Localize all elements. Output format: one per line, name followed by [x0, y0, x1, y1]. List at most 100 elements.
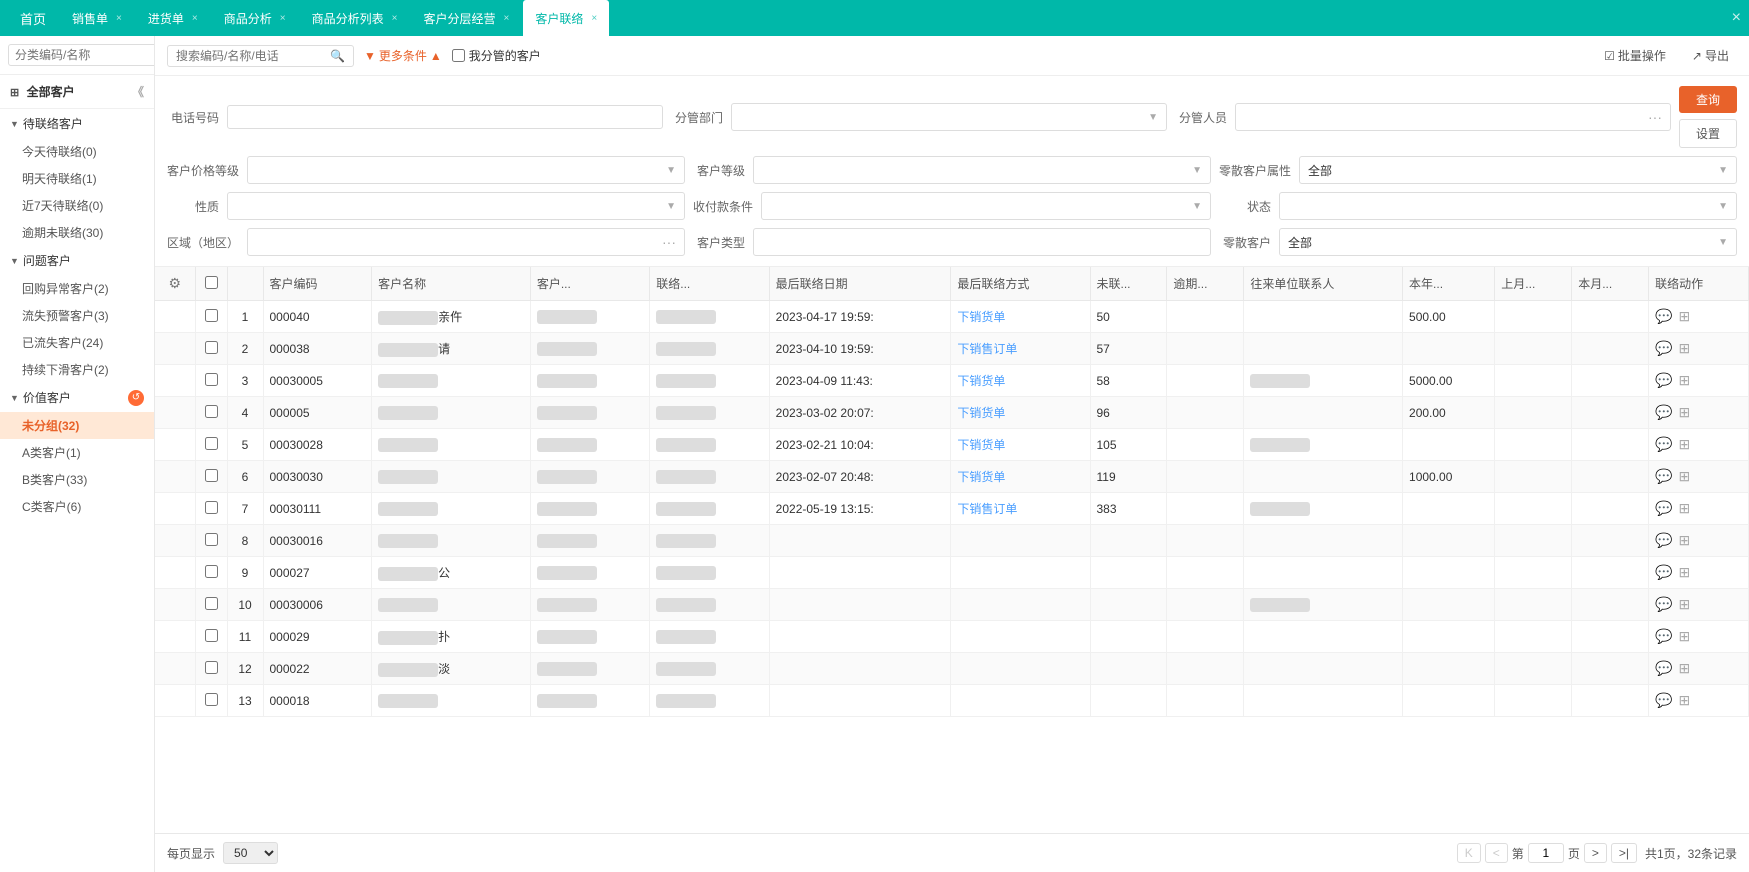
more-icon[interactable]: ⊞ [1679, 596, 1691, 613]
chat-icon[interactable]: 💬 [1655, 468, 1672, 485]
last-method-link[interactable]: 下销货单 [957, 438, 1005, 452]
chat-icon[interactable]: 💬 [1655, 372, 1672, 389]
nav-tab-customer-contact[interactable]: 客户联络 × [523, 0, 609, 36]
close-analysis-list-tab[interactable]: × [392, 13, 398, 24]
sidebar-item-7days[interactable]: 近7天待联络(0) [0, 192, 154, 219]
sidebar-all-customers[interactable]: ⊞ 全部客户 《 [0, 75, 154, 109]
more-icon[interactable]: ⊞ [1679, 308, 1691, 325]
phone-input[interactable] [227, 105, 663, 129]
sidebar-item-abnormal[interactable]: 回购异常客户(2) [0, 275, 154, 302]
status-select[interactable]: ▼ [1279, 192, 1737, 220]
main-search-icon[interactable]: 🔍 [330, 49, 345, 63]
sidebar-item-declining[interactable]: 持续下滑客户(2) [0, 356, 154, 383]
sidebar-search-input[interactable] [8, 44, 155, 66]
price-level-select[interactable]: ▼ [247, 156, 685, 184]
sidebar-item-today[interactable]: 今天待联络(0) [0, 138, 154, 165]
export-btn[interactable]: ↗ 导出 [1684, 44, 1737, 67]
more-icon[interactable]: ⊞ [1679, 404, 1691, 421]
close-analysis-tab[interactable]: × [280, 13, 286, 24]
sidebar-item-overdue[interactable]: 逾期未联络(30) [0, 219, 154, 246]
nav-tab-analysis-list[interactable]: 商品分析列表 × [300, 0, 410, 36]
chat-icon[interactable]: 💬 [1655, 564, 1672, 581]
last-date-column-header[interactable]: 最后联络日期 [769, 267, 951, 301]
more-icon[interactable]: ⊞ [1679, 436, 1691, 453]
sidebar-item-ungroup[interactable]: 未分组(32) [0, 412, 154, 439]
sidebar-item-class-a[interactable]: A类客户(1) [0, 439, 154, 466]
prev-page-btn[interactable]: < [1485, 843, 1508, 863]
close-sales-tab[interactable]: × [116, 13, 122, 24]
region-dots[interactable]: ··· [662, 234, 676, 250]
page-size-select[interactable]: 50 20 100 [223, 842, 278, 864]
search-button[interactable]: 查询 [1679, 86, 1737, 113]
row-checkbox[interactable] [205, 693, 218, 706]
no-contact-column-header[interactable]: 未联... [1090, 267, 1167, 301]
row-checkbox[interactable] [205, 597, 218, 610]
customer-level-select[interactable]: ▼ [753, 156, 1211, 184]
row-checkbox[interactable] [205, 661, 218, 674]
row-checkbox[interactable] [205, 533, 218, 546]
more-icon[interactable]: ⊞ [1679, 468, 1691, 485]
contact-person-column-header[interactable]: 往来单位联系人 [1244, 267, 1403, 301]
row-checkbox[interactable] [205, 309, 218, 322]
region-select[interactable]: ··· [247, 228, 685, 256]
sidebar-item-churned[interactable]: 已流失客户(24) [0, 329, 154, 356]
chat-icon[interactable]: 💬 [1655, 340, 1672, 357]
contact-column-header[interactable]: 联络... [650, 267, 769, 301]
code-column-header[interactable]: 客户编码 [263, 267, 372, 301]
more-icon[interactable]: ⊞ [1679, 692, 1691, 709]
last-method-link[interactable]: 下销货单 [957, 406, 1005, 420]
settings-column-header[interactable]: ⚙ [155, 267, 195, 301]
close-purchase-tab[interactable]: × [192, 13, 198, 24]
last-method-link[interactable]: 下销货单 [957, 470, 1005, 484]
bulk-operations-btn[interactable]: ☑ 批量操作 [1596, 44, 1674, 67]
close-customer-contact-tab[interactable]: × [591, 13, 597, 24]
chat-icon[interactable]: 💬 [1655, 436, 1672, 453]
chat-icon[interactable]: 💬 [1655, 532, 1672, 549]
name-column-header[interactable]: 客户名称 [372, 267, 531, 301]
chat-icon[interactable]: 💬 [1655, 404, 1672, 421]
row-checkbox[interactable] [205, 373, 218, 386]
row-checkbox[interactable] [205, 469, 218, 482]
more-icon[interactable]: ⊞ [1679, 500, 1691, 517]
last-method-link[interactable]: 下销售订单 [957, 342, 1017, 356]
my-customers-check[interactable] [452, 49, 465, 62]
chat-icon[interactable]: 💬 [1655, 596, 1672, 613]
row-checkbox[interactable] [205, 437, 218, 450]
more-conditions-btn[interactable]: ▼ 更多条件 ▲ [364, 47, 442, 64]
close-customer-segment-tab[interactable]: × [503, 13, 509, 24]
sidebar-item-class-c[interactable]: C类客户(6) [0, 493, 154, 520]
last-method-column-header[interactable]: 最后联络方式 [951, 267, 1090, 301]
chat-icon[interactable]: 💬 [1655, 500, 1672, 517]
more-icon[interactable]: ⊞ [1679, 660, 1691, 677]
my-customers-checkbox[interactable]: 我分管的客户 [452, 47, 541, 64]
more-icon[interactable]: ⊞ [1679, 564, 1691, 581]
type-column-header[interactable]: 客户... [530, 267, 649, 301]
nav-tab-purchase[interactable]: 进货单 × [136, 0, 210, 36]
row-checkbox[interactable] [205, 565, 218, 578]
more-icon[interactable]: ⊞ [1679, 372, 1691, 389]
sidebar-group-problem[interactable]: ▼ 问题客户 [0, 246, 154, 275]
row-checkbox[interactable] [205, 501, 218, 514]
sidebar-group-pending[interactable]: ▼ 待联络客户 [0, 109, 154, 138]
row-checkbox[interactable] [205, 341, 218, 354]
main-search-input[interactable] [176, 49, 326, 63]
nav-tab-sales[interactable]: 销售单 × [60, 0, 134, 36]
chat-icon[interactable]: 💬 [1655, 628, 1672, 645]
sidebar-group-value[interactable]: ▼ 价值客户 ↺ [0, 383, 154, 412]
retail-attr-select[interactable]: 全部 ▼ [1299, 156, 1737, 184]
last-method-link[interactable]: 下销售订单 [957, 502, 1017, 516]
select-all-checkbox[interactable] [205, 276, 218, 289]
next-page-btn[interactable]: > [1584, 843, 1607, 863]
dept-select[interactable]: ▼ [731, 103, 1167, 131]
this-year-column-header[interactable]: 本年... [1403, 267, 1495, 301]
payment-select[interactable]: ▼ [761, 192, 1211, 220]
nature-select[interactable]: ▼ [227, 192, 685, 220]
reset-button[interactable]: 设置 [1679, 119, 1737, 148]
chat-icon[interactable]: 💬 [1655, 660, 1672, 677]
sidebar-item-class-b[interactable]: B类客户(33) [0, 466, 154, 493]
chat-icon[interactable]: 💬 [1655, 692, 1672, 709]
nav-home[interactable]: 首页 [8, 9, 58, 28]
last-month-column-header[interactable]: 上月... [1495, 267, 1572, 301]
sidebar-item-churn-warning[interactable]: 流失预警客户(3) [0, 302, 154, 329]
overdue-column-header[interactable]: 逾期... [1167, 267, 1244, 301]
